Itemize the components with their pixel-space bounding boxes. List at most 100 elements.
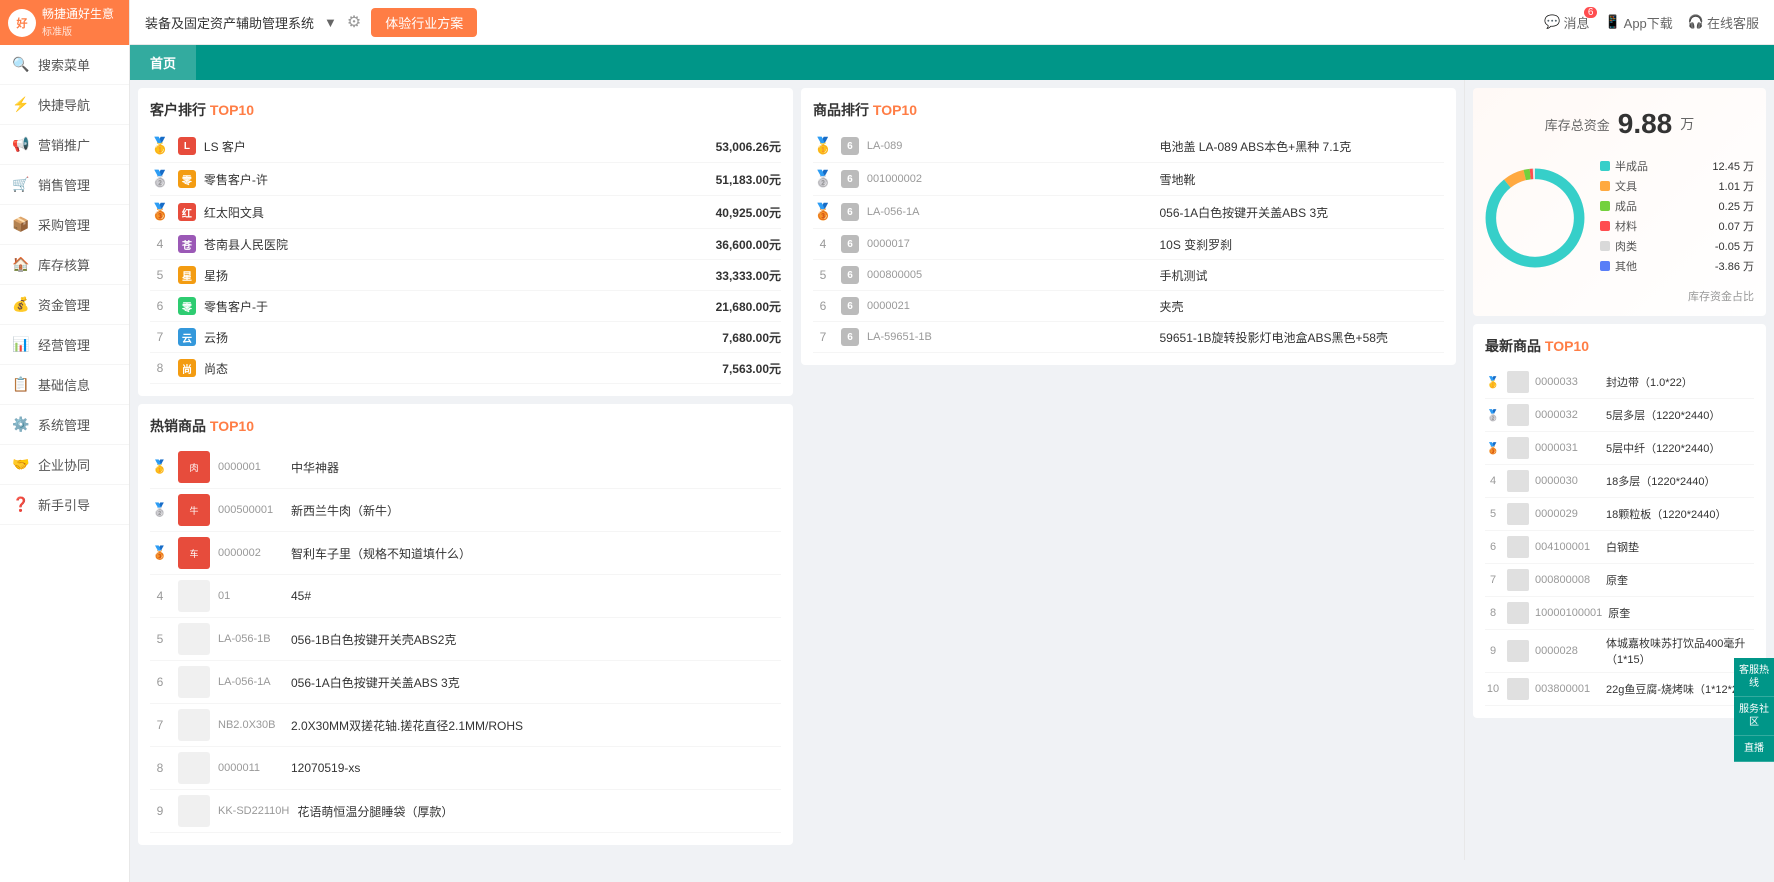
legend-label-meat: 肉类 bbox=[1615, 238, 1637, 254]
hot-item: 5 LA-056-1B 056-1B白色按键开关壳ABS2克 bbox=[150, 618, 781, 661]
stock-label: 库存总资金 bbox=[1545, 115, 1610, 134]
system-icon: ⚙️ bbox=[12, 416, 30, 434]
trial-btn[interactable]: 体验行业方案 bbox=[371, 8, 477, 37]
system-title: 装备及固定资产辅助管理系统 bbox=[145, 13, 314, 32]
hot-name-3: 智利车子里（规格不知道填什么） bbox=[291, 545, 471, 562]
hot-img-5 bbox=[178, 623, 210, 655]
hot-rank-3: 🥉 bbox=[150, 545, 170, 561]
hot-code-4: 01 bbox=[218, 590, 283, 602]
sidebar-label-basic: 基础信息 bbox=[38, 375, 90, 394]
new-rank-4: 4 bbox=[1485, 475, 1501, 487]
app-download-btn[interactable]: 📱 App下载 bbox=[1604, 13, 1672, 32]
new-name-5: 18颗粒板（1220*2440） bbox=[1606, 506, 1754, 522]
sidebar-label-finance: 资金管理 bbox=[38, 295, 90, 314]
sidebar-item-search[interactable]: 🔍 搜索菜单 bbox=[0, 45, 129, 85]
hot-rank-1: 🥇 bbox=[150, 459, 170, 475]
hot-name-1: 中华神器 bbox=[291, 459, 339, 476]
new-name-2: 5层多层（1220*2440） bbox=[1606, 407, 1754, 423]
customer-value-4: 36,600.00元 bbox=[716, 236, 781, 253]
sidebar-item-marketing[interactable]: 📢 营销推广 bbox=[0, 125, 129, 165]
sidebar-item-system[interactable]: ⚙️ 系统管理 bbox=[0, 405, 129, 445]
legend-value-material: 0.07 万 bbox=[1719, 218, 1754, 234]
hot-code-6: LA-056-1A bbox=[218, 676, 283, 688]
product-ranking: 商品排行 TOP10 🥇 6 LA-089 电池盖 LA-089 ABS本色+黑… bbox=[801, 88, 1456, 365]
new-rank-1: 🥇 bbox=[1485, 376, 1501, 389]
new-item: 4 0000030 18多层（1220*2440） bbox=[1485, 465, 1754, 498]
legend-label-other: 其他 bbox=[1615, 258, 1637, 274]
mobile-icon: 📱 bbox=[1604, 14, 1620, 30]
new-code-7: 000800008 bbox=[1535, 574, 1600, 586]
prod-rank-item: 7 6 LA-59651-1B 59651-1B旋转投影灯电池盒ABS黑色+58… bbox=[813, 322, 1444, 353]
float-service: 客服热线 服务社区 直播 bbox=[1734, 658, 1774, 762]
right-panel: 库存总资金 9.88 万 bbox=[1464, 80, 1774, 860]
sidebar-item-inventory[interactable]: 🏠 库存核算 bbox=[0, 245, 129, 285]
sidebar-item-sales[interactable]: 🛒 销售管理 bbox=[0, 165, 129, 205]
hot-item: 🥇 肉 0000001 中华神器 bbox=[150, 446, 781, 489]
prod-medal-2: 🥈 bbox=[813, 169, 833, 189]
hot-img-4 bbox=[178, 580, 210, 612]
float-hotline[interactable]: 客服热线 bbox=[1734, 658, 1774, 697]
customer-badge-3: 红 bbox=[178, 203, 196, 221]
sidebar-label-quick: 快捷导航 bbox=[38, 95, 90, 114]
sidebar-item-guide[interactable]: ❓ 新手引导 bbox=[0, 485, 129, 525]
new-code-2: 0000032 bbox=[1535, 409, 1600, 421]
hot-item: 4 01 45# bbox=[150, 575, 781, 618]
float-community[interactable]: 服务社区 bbox=[1734, 697, 1774, 736]
prod-rank-5: 5 bbox=[813, 268, 833, 282]
dropdown-arrow[interactable]: ▼ bbox=[324, 15, 337, 30]
legend-stationery: 文具 1.01 万 bbox=[1600, 178, 1754, 194]
new-img-1 bbox=[1507, 371, 1529, 393]
hot-img-6 bbox=[178, 666, 210, 698]
stock-legend: 半成品 12.45 万 文具 1.01 万 成品 0.25 万 bbox=[1600, 158, 1754, 278]
rank-item: 5 星 星扬 33,333.00元 bbox=[150, 260, 781, 291]
prod-badge-3: 6 bbox=[841, 203, 859, 221]
customer-ranking: 客户排行 TOP10 🥇 L LS 客户 53,006.26元 🥈 零 bbox=[138, 88, 793, 396]
new-name-4: 18多层（1220*2440） bbox=[1606, 473, 1754, 489]
message-btn[interactable]: 💬 消息 6 bbox=[1544, 13, 1589, 32]
hot-img-8 bbox=[178, 752, 210, 784]
customer-value-7: 7,680.00元 bbox=[722, 329, 781, 346]
prod-badge-6: 6 bbox=[841, 297, 859, 315]
customer-value-8: 7,563.00元 bbox=[722, 360, 781, 377]
finance-icon: 💰 bbox=[12, 296, 30, 314]
stock-value: 9.88 bbox=[1618, 108, 1673, 140]
legend-other: 其他 -3.86 万 bbox=[1600, 258, 1754, 274]
prod-code-1: LA-089 bbox=[867, 140, 1152, 152]
hot-rank-7: 7 bbox=[150, 718, 170, 732]
direct-label: 直播 bbox=[1744, 743, 1764, 754]
hot-rank-9: 9 bbox=[150, 804, 170, 818]
hot-rank-2: 🥈 bbox=[150, 502, 170, 518]
community-label: 服务社区 bbox=[1739, 704, 1769, 728]
sidebar: 好 畅捷通好生意 标准版 🔍 搜索菜单 ⚡ 快捷导航 📢 营销推广 🛒 销售管理… bbox=[0, 0, 130, 882]
new-img-8 bbox=[1507, 602, 1529, 624]
new-name-1: 封边带（1.0*22） bbox=[1606, 374, 1754, 390]
sidebar-item-quick[interactable]: ⚡ 快捷导航 bbox=[0, 85, 129, 125]
sidebar-item-finance[interactable]: 💰 资金管理 bbox=[0, 285, 129, 325]
rank-num-7: 7 bbox=[150, 330, 170, 344]
logo-badge: 标准版 bbox=[42, 23, 114, 38]
rank-item: 4 苍 苍南县人民医院 36,600.00元 bbox=[150, 229, 781, 260]
medal-2: 🥈 bbox=[150, 169, 170, 189]
sidebar-item-operations[interactable]: 📊 经营管理 bbox=[0, 325, 129, 365]
new-rank-9: 9 bbox=[1485, 645, 1501, 657]
new-img-3 bbox=[1507, 437, 1529, 459]
sidebar-item-basic[interactable]: 📋 基础信息 bbox=[0, 365, 129, 405]
float-direct[interactable]: 直播 bbox=[1734, 736, 1774, 762]
new-name-3: 5层中纤（1220*2440） bbox=[1606, 440, 1754, 456]
guide-icon: ❓ bbox=[12, 496, 30, 514]
prod-badge-4: 6 bbox=[841, 235, 859, 253]
rank-item: 🥇 L LS 客户 53,006.26元 bbox=[150, 130, 781, 163]
sidebar-item-purchase[interactable]: 📦 采购管理 bbox=[0, 205, 129, 245]
customer-name-3: 红太阳文具 bbox=[204, 204, 708, 221]
settings-icon[interactable]: ⚙ bbox=[347, 12, 361, 32]
hot-item: 8 0000011 12070519-xs bbox=[150, 747, 781, 790]
online-service-btn[interactable]: 🎧 在线客服 bbox=[1688, 13, 1759, 32]
sidebar-item-enterprise[interactable]: 🤝 企业协同 bbox=[0, 445, 129, 485]
tab-home[interactable]: 首页 bbox=[130, 45, 196, 80]
hot-name-5: 056-1B白色按键开关壳ABS2克 bbox=[291, 631, 456, 648]
medal-1: 🥇 bbox=[150, 136, 170, 156]
legend-label-semi: 半成品 bbox=[1615, 158, 1648, 174]
legend-label-stationery: 文具 bbox=[1615, 178, 1637, 194]
new-img-6 bbox=[1507, 536, 1529, 558]
hot-code-1: 0000001 bbox=[218, 461, 283, 473]
